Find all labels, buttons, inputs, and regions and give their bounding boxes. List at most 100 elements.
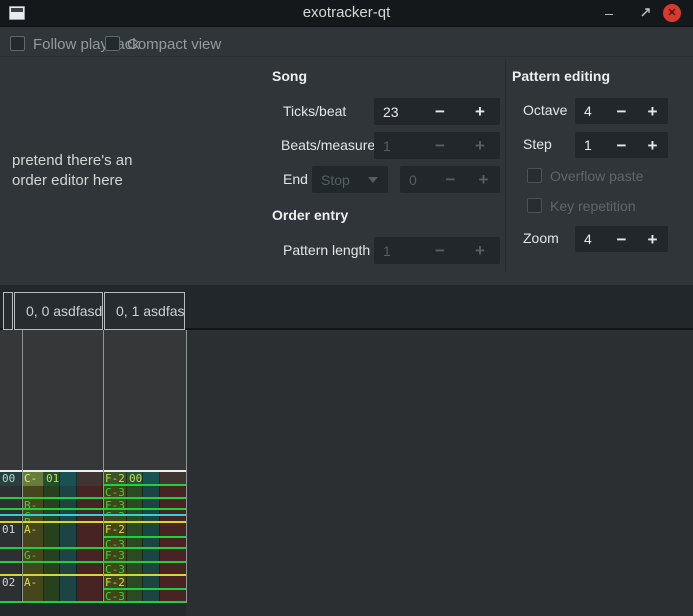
minus-icon[interactable]: −	[606, 227, 637, 252]
minus-icon[interactable]: −	[606, 99, 637, 124]
effect-cell[interactable]	[77, 472, 103, 486]
minus-icon[interactable]: −	[420, 99, 460, 124]
channel-header-1[interactable]: 0, 1 asdfasdf	[104, 292, 185, 330]
panel-divider	[505, 60, 506, 272]
close-icon: ✕	[667, 7, 677, 19]
row-number-cell: 00	[0, 472, 22, 486]
note-cell[interactable]: A-4	[22, 523, 44, 538]
song-section-title: Song	[272, 68, 307, 84]
row-number-cell: 01	[0, 523, 22, 538]
octave-value: 4	[584, 103, 592, 119]
octave-label: Octave	[523, 102, 568, 118]
pattern-row[interactable]: C-3	[0, 486, 186, 499]
channel-divider	[103, 330, 104, 603]
beat-line	[0, 561, 186, 563]
beat-line	[0, 508, 186, 510]
pattern-rows: 00C-501F-200C-3B-4F-3C-5C-3B-401A-4F-2C-…	[0, 470, 186, 603]
instrument-cell[interactable]	[44, 523, 60, 538]
pattern-bottom-strip	[0, 603, 186, 616]
pattern-editor[interactable]: 00C-501F-200C-3B-4F-3C-5C-3B-401A-4F-2C-…	[0, 330, 693, 616]
pattern-row[interactable]: 01A-4F-2	[0, 523, 186, 538]
key-repetition-checkbox	[527, 198, 542, 213]
pattern-row[interactable]: G-4F-3	[0, 549, 186, 563]
end-value: 0	[409, 171, 417, 188]
channel-divider	[186, 330, 187, 603]
minus-icon: −	[435, 136, 445, 155]
beats-per-measure-spinbox: 1 − +	[374, 132, 500, 159]
maximize-button[interactable]	[634, 3, 656, 23]
follow-playback-label[interactable]: Follow playback	[33, 36, 140, 53]
beat-line	[103, 536, 186, 538]
end-label: End	[283, 171, 308, 187]
minimize-button[interactable]: –	[598, 3, 620, 23]
window-title: exotracker-qt	[302, 4, 391, 21]
volume-cell[interactable]	[60, 472, 77, 486]
order-entry-section-title: Order entry	[272, 207, 349, 223]
follow-playback-checkbox[interactable]	[10, 36, 25, 51]
plus-icon: +	[475, 241, 485, 260]
zoom-spinbox[interactable]: 4 − +	[575, 226, 668, 252]
order-editor-placeholder: pretend there's an order editor here	[12, 151, 132, 191]
overflow-paste-label: Overflow paste	[550, 168, 644, 184]
pattern-row[interactable]: B-4F-3	[0, 499, 186, 510]
volume-cell[interactable]	[60, 576, 77, 590]
plus-icon[interactable]: +	[637, 227, 668, 252]
minimize-icon: –	[605, 5, 613, 21]
pattern-length-spinbox: 1 − +	[374, 237, 500, 264]
zoom-label: Zoom	[523, 230, 559, 246]
zoom-value: 4	[584, 231, 592, 247]
end-mode-dropdown: Stop	[312, 166, 388, 193]
ticks-per-beat-spinbox[interactable]: 23 − +	[374, 98, 500, 125]
close-button[interactable]: ✕	[663, 4, 681, 22]
pattern-row[interactable]: C-3	[0, 590, 186, 603]
pattern-row[interactable]: C-3	[0, 538, 186, 549]
playback-line	[0, 514, 186, 516]
beat-line	[0, 601, 186, 603]
octave-spinbox[interactable]: 4 − +	[575, 98, 668, 124]
channel-header-0[interactable]: 0, 0 asdfasdf	[14, 292, 103, 330]
maximize-icon	[641, 8, 650, 17]
pattern-row[interactable]: 02A-4F-2	[0, 576, 186, 590]
pattern-length-value: 1	[383, 242, 391, 259]
plus-icon[interactable]: +	[460, 99, 500, 124]
channel-divider	[22, 330, 23, 603]
beat-line	[103, 484, 186, 486]
beat-line	[0, 574, 186, 576]
pattern-header-strip: 0, 0 asdfasdf 0, 1 asdfasdf	[0, 285, 693, 330]
beat-line	[0, 547, 186, 549]
effect-cell[interactable]	[77, 576, 103, 590]
overflow-paste-checkbox	[527, 168, 542, 183]
order-editor-placeholder-line1: pretend there's an	[12, 152, 133, 169]
beats-per-measure-value: 1	[383, 137, 391, 154]
chevron-down-icon	[368, 176, 378, 183]
beat-line	[103, 588, 186, 590]
pattern-row[interactable]: B-4	[0, 516, 186, 523]
effect-cell[interactable]	[77, 523, 103, 538]
minus-icon[interactable]: −	[606, 133, 637, 158]
compact-view-label[interactable]: Compact view	[127, 36, 221, 53]
ticks-per-beat-label: Ticks/beat	[283, 103, 347, 119]
step-spinbox[interactable]: 1 − +	[575, 132, 668, 158]
minus-icon: −	[435, 241, 445, 260]
end-spinbox: 0 − +	[400, 166, 500, 193]
instrument-cell[interactable]: 01	[44, 472, 60, 486]
beat-line	[0, 521, 186, 523]
pattern-editing-section-title: Pattern editing	[512, 68, 611, 84]
pattern-row[interactable]: C-5C-3	[0, 510, 186, 516]
plus-icon[interactable]: +	[637, 99, 668, 124]
beats-per-measure-label: Beats/measure	[281, 137, 376, 153]
end-mode-value: Stop	[321, 171, 350, 188]
pattern-row[interactable]: 00C-501F-200	[0, 472, 186, 486]
note-cell[interactable]: C-5	[22, 472, 44, 486]
note-cell[interactable]: A-4	[22, 576, 44, 590]
volume-cell[interactable]	[60, 523, 77, 538]
plus-icon: +	[478, 170, 489, 189]
key-repetition-label: Key repetition	[550, 198, 636, 214]
plus-icon: +	[475, 136, 485, 155]
order-editor-placeholder-line2: order editor here	[12, 172, 123, 189]
compact-view-checkbox[interactable]	[105, 36, 120, 51]
plus-icon[interactable]: +	[637, 133, 668, 158]
instrument-cell[interactable]	[44, 576, 60, 590]
ticks-per-beat-value: 23	[383, 103, 399, 120]
pattern-row[interactable]: C-3	[0, 563, 186, 576]
